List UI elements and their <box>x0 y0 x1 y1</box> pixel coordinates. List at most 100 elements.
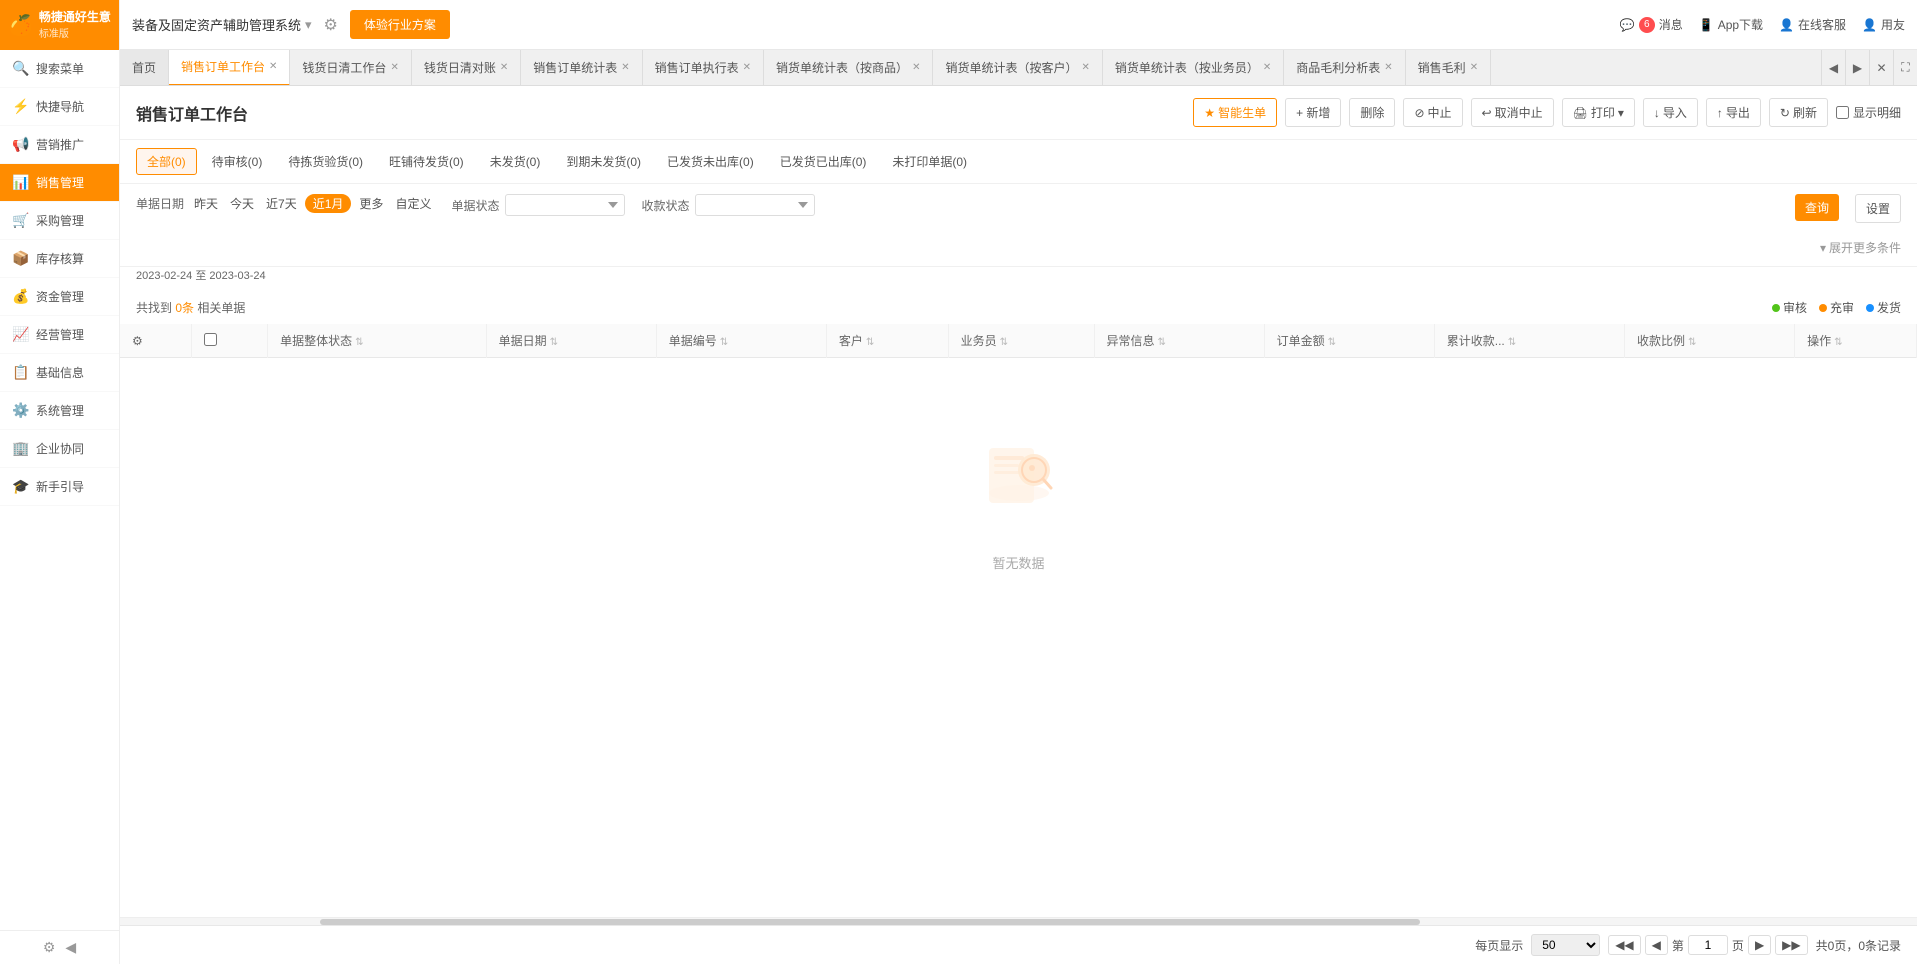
date-opt-自定义[interactable]: 自定义 <box>391 194 435 213</box>
sub-tab-all[interactable]: 全部(0) <box>136 148 197 175</box>
tab-prev-btn[interactable]: ◀ <box>1821 50 1845 86</box>
sidebar-item-basic-info[interactable]: 📋基础信息 <box>0 354 119 392</box>
tab-sales-workbench[interactable]: 销售订单工作台✕ <box>169 50 290 86</box>
tab-sales-summary-customer[interactable]: 销货单统计表（按客户）✕ <box>933 50 1102 86</box>
sidebar-item-finance[interactable]: 💰资金管理 <box>0 278 119 316</box>
import-btn[interactable]: ↓ 导入 <box>1643 98 1698 127</box>
sidebar-item-newbie[interactable]: 🎓新手引导 <box>0 468 119 506</box>
sort-icon-amount[interactable]: ⇅ <box>1328 337 1336 348</box>
show-detail-label[interactable]: 显示明细 <box>1836 104 1901 121</box>
sidebar-item-enterprise[interactable]: 🏢企业协同 <box>0 430 119 468</box>
query-btn[interactable]: 查询 <box>1795 194 1839 221</box>
tab-close-sales-summary-staff[interactable]: ✕ <box>1263 62 1271 73</box>
topbar-gear-icon[interactable]: ⚙ <box>324 15 338 35</box>
delete-btn[interactable]: 删除 <box>1349 98 1395 127</box>
tab-close-gross-margin[interactable]: ✕ <box>1384 62 1392 73</box>
tab-sales-summary-staff[interactable]: 销货单统计表（按业务员）✕ <box>1103 50 1284 86</box>
tab-close-sales-profit[interactable]: ✕ <box>1470 62 1478 73</box>
tab-next-btn[interactable]: ▶ <box>1845 50 1869 86</box>
sort-icon-ratio[interactable]: ⇅ <box>1688 337 1696 348</box>
sidebar-item-marketing[interactable]: 📢营销推广 <box>0 126 119 164</box>
sidebar-item-inventory[interactable]: 📦库存核算 <box>0 240 119 278</box>
tab-sales-stats[interactable]: 销售订单统计表✕ <box>521 50 642 86</box>
page-size-select[interactable]: 50 10 20 100 <box>1531 934 1600 956</box>
sub-tab-pending-review[interactable]: 待审核(0) <box>201 148 274 175</box>
sub-tab-wangpu-ship[interactable]: 旺铺待发货(0) <box>378 148 475 175</box>
topbar-app-download-btn[interactable]: 📱 App下载 <box>1699 16 1763 33</box>
page-first-btn[interactable]: ◀◀ <box>1608 935 1640 955</box>
sort-icon-status[interactable]: ⇅ <box>355 337 363 348</box>
topbar-service-btn[interactable]: 👤 在线客服 <box>1779 16 1846 33</box>
sort-icon-date[interactable]: ⇅ <box>550 337 558 348</box>
sub-tab-not-printed[interactable]: 未打印单据(0) <box>881 148 978 175</box>
add-btn[interactable]: + 新增 <box>1285 98 1341 127</box>
tab-sales-summary-product[interactable]: 销货单统计表（按商品）✕ <box>764 50 933 86</box>
status-filter-select[interactable] <box>505 194 625 216</box>
topbar-message-btn[interactable]: 💬 6 消息 <box>1620 16 1683 33</box>
show-detail-checkbox[interactable] <box>1836 106 1849 119</box>
tab-close-sales-workbench[interactable]: ✕ <box>269 61 277 72</box>
sidebar-item-operations[interactable]: 📈经营管理 <box>0 316 119 354</box>
sidebar-item-search[interactable]: 🔍搜索菜单 <box>0 50 119 88</box>
sidebar-item-purchase[interactable]: 🛒采购管理 <box>0 202 119 240</box>
tab-gross-margin[interactable]: 商品毛利分析表✕ <box>1284 50 1405 86</box>
page-next-btn[interactable]: ▶ <box>1748 935 1771 955</box>
sidebar-item-sales[interactable]: 📊销售管理 <box>0 164 119 202</box>
tab-cash-reconcile[interactable]: 钱货日清对账✕ <box>412 50 521 86</box>
horizontal-scrollbar[interactable] <box>120 917 1917 925</box>
print-btn[interactable]: 🖨 打印 ▾ <box>1562 98 1635 127</box>
select-all-checkbox[interactable] <box>204 333 217 346</box>
expand-filter-btn[interactable]: ▾ 展开更多条件 <box>1820 239 1901 256</box>
tab-close-all-btn[interactable]: ✕ <box>1869 50 1893 86</box>
tab-close-sales-summary-customer[interactable]: ✕ <box>1081 62 1089 73</box>
stop-btn[interactable]: ⊘ 中止 <box>1403 98 1462 127</box>
sub-tab-not-shipped[interactable]: 未发货(0) <box>479 148 552 175</box>
page-prev-btn[interactable]: ◀ <box>1645 935 1668 955</box>
sort-icon-abnormal[interactable]: ⇅ <box>1158 337 1166 348</box>
sort-icon-collected[interactable]: ⇅ <box>1508 337 1516 348</box>
tab-cash-daily[interactable]: 钱货日清工作台✕ <box>290 50 411 86</box>
cancel-review-btn[interactable]: 充审 <box>1819 299 1854 316</box>
tab-close-sales-exec[interactable]: ✕ <box>743 62 751 73</box>
topbar-user-btn[interactable]: 👤 用友 <box>1862 16 1905 33</box>
cancel-stop-btn[interactable]: ↩ 取消中止 <box>1471 98 1554 127</box>
tab-close-cash-daily[interactable]: ✕ <box>390 62 398 73</box>
sidebar-settings-btn[interactable]: ⚙ <box>43 939 56 956</box>
scrollbar-thumb[interactable] <box>320 919 1420 925</box>
filter-settings-btn[interactable]: 设置 <box>1855 194 1901 223</box>
col-settings-icon[interactable]: ⚙ <box>132 334 143 348</box>
date-opt-今天[interactable]: 今天 <box>226 194 258 213</box>
tab-fullscreen-btn[interactable]: ⛶ <box>1893 50 1917 86</box>
export-btn[interactable]: ↑ 导出 <box>1706 98 1761 127</box>
col-number: 单据编号⇅ <box>656 324 826 358</box>
tab-close-cash-reconcile[interactable]: ✕ <box>500 62 508 73</box>
tab-home[interactable]: 首页 <box>120 50 169 86</box>
sort-icon-customer[interactable]: ⇅ <box>866 337 874 348</box>
sub-tab-shipped-out[interactable]: 已发货已出库(0) <box>769 148 878 175</box>
sub-tab-pending-check[interactable]: 待拣货验货(0) <box>277 148 374 175</box>
sidebar-item-quick-nav[interactable]: ⚡快捷导航 <box>0 88 119 126</box>
sort-icon-staff[interactable]: ⇅ <box>1000 337 1008 348</box>
page-input[interactable] <box>1688 935 1728 955</box>
date-opt-近7天[interactable]: 近7天 <box>262 194 301 213</box>
tab-sales-exec[interactable]: 销售订单执行表✕ <box>643 50 764 86</box>
date-opt-昨天[interactable]: 昨天 <box>190 194 222 213</box>
sub-tab-overdue-not-shipped[interactable]: 到期未发货(0) <box>555 148 652 175</box>
date-opt-近1月[interactable]: 近1月 <box>305 194 352 213</box>
review-btn[interactable]: 审核 <box>1772 299 1807 316</box>
tab-close-sales-stats[interactable]: ✕ <box>621 62 629 73</box>
smart-create-btn[interactable]: ★ 智能生单 <box>1193 98 1277 127</box>
tab-close-sales-summary-product[interactable]: ✕ <box>912 62 920 73</box>
refresh-btn[interactable]: ↻ 刷新 <box>1769 98 1828 127</box>
date-opt-更多[interactable]: 更多 <box>355 194 387 213</box>
sort-icon-actions[interactable]: ⇅ <box>1834 337 1842 348</box>
sidebar-item-system[interactable]: ⚙️系统管理 <box>0 392 119 430</box>
tab-sales-profit[interactable]: 销售毛利✕ <box>1406 50 1491 86</box>
sub-tab-shipped-not-out[interactable]: 已发货未出库(0) <box>656 148 765 175</box>
sort-icon-number[interactable]: ⇅ <box>720 337 728 348</box>
sidebar-collapse-btn[interactable]: ◀ <box>65 939 76 956</box>
payment-filter-select[interactable] <box>695 194 815 216</box>
industry-btn[interactable]: 体验行业方案 <box>350 10 450 39</box>
page-last-btn[interactable]: ▶▶ <box>1775 935 1807 955</box>
ship-btn[interactable]: 发货 <box>1866 299 1901 316</box>
